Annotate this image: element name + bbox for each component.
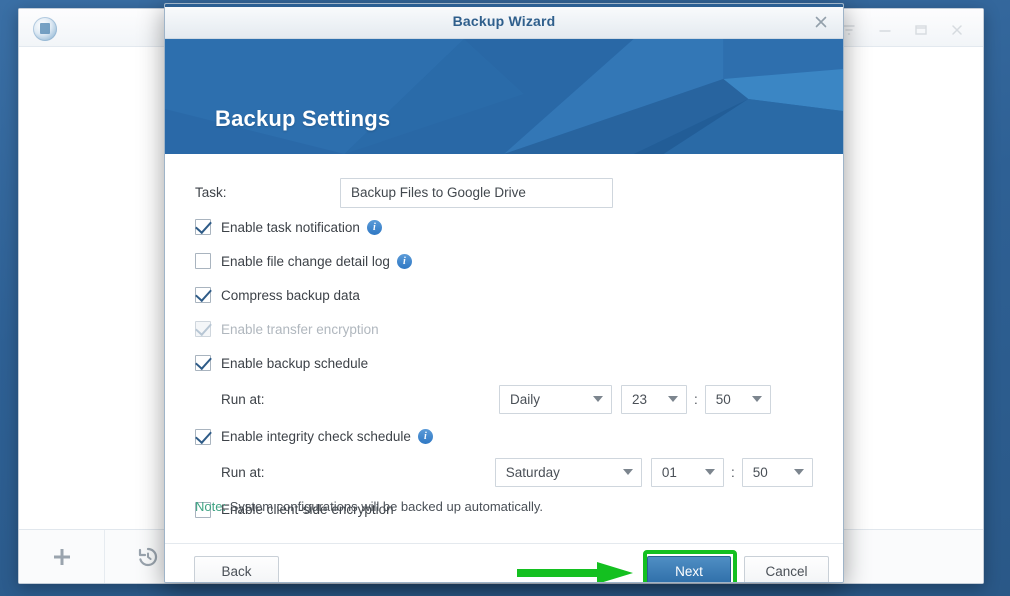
checkbox-label-transfer-encryption: Enable transfer encryption <box>221 321 379 337</box>
checkbox-integrity-check-schedule[interactable] <box>195 428 211 445</box>
checkbox-row-integrity-check-schedule[interactable]: Enable integrity check schedule i <box>195 421 813 452</box>
checkbox-row-task-notification[interactable]: Enable task notification i <box>195 211 813 243</box>
backup-schedule-runat-label: Run at: <box>221 391 265 407</box>
close-icon[interactable] <box>949 23 965 37</box>
page-title: Backup Settings <box>215 106 391 131</box>
backup-schedule-hour-select[interactable]: 23 <box>621 384 687 414</box>
info-icon-integrity-check-schedule[interactable]: i <box>417 429 433 444</box>
integrity-schedule-hour-select[interactable]: 01 <box>650 457 725 487</box>
banner-polygon-graphic <box>165 39 843 154</box>
integrity-schedule-minute-select[interactable]: 50 <box>741 457 814 487</box>
back-button[interactable]: Back <box>194 556 279 582</box>
dialog-title: Backup Wizard <box>452 13 556 29</box>
integrity-schedule-minute-value: 50 <box>752 464 768 480</box>
checkbox-row-transfer-encryption: Enable transfer encryption <box>195 313 813 345</box>
next-button[interactable]: Next <box>647 556 731 582</box>
integrity-schedule-runat-label: Run at: <box>221 464 265 480</box>
integrity-schedule-time-separator: : <box>731 464 735 480</box>
integrity-schedule-runat-row: Run at: Saturday 01 : 50 <box>195 452 814 492</box>
chevron-down-icon <box>668 396 678 402</box>
dialog-banner: Backup Settings <box>165 39 843 154</box>
annotation-arrow-icon <box>517 562 633 582</box>
backup-schedule-frequency-value: Daily <box>510 391 541 407</box>
add-button[interactable] <box>19 530 105 583</box>
info-icon-task-notification[interactable]: i <box>366 219 382 235</box>
dialog-footer: Back Next Cancel <box>165 543 843 582</box>
history-clock-icon <box>138 547 157 566</box>
cancel-button[interactable]: Cancel <box>744 556 829 582</box>
note-keyword: Note: <box>195 499 227 514</box>
note-body: System configurations will be backed up … <box>226 499 544 514</box>
integrity-schedule-hour-value: 01 <box>661 464 677 480</box>
checkbox-row-backup-schedule[interactable]: Enable backup schedule <box>195 347 813 379</box>
maximize-icon[interactable] <box>913 23 929 37</box>
checkbox-compress-backup[interactable] <box>195 287 211 303</box>
checkbox-label-integrity-check-schedule: Enable integrity check schedule <box>221 429 411 444</box>
checkbox-label-compress-backup: Compress backup data <box>221 287 360 303</box>
chevron-down-icon <box>593 396 603 402</box>
background-window-controls <box>841 23 965 37</box>
checkbox-backup-schedule[interactable] <box>195 355 211 371</box>
dsm-app-icon <box>33 17 57 41</box>
checkbox-transfer-encryption <box>195 321 211 337</box>
minimize-icon[interactable] <box>877 23 893 37</box>
chevron-down-icon <box>751 396 762 402</box>
backup-schedule-frequency-select[interactable]: Daily <box>499 384 612 414</box>
close-icon[interactable] <box>807 10 835 34</box>
checkbox-label-file-change-log: Enable file change detail log <box>221 253 390 269</box>
integrity-schedule-frequency-value: Saturday <box>505 464 560 480</box>
chevron-down-icon <box>622 469 633 475</box>
backup-schedule-hour-value: 23 <box>632 391 648 407</box>
backup-wizard-dialog: Backup Wizard Backup Settings Task: Back… <box>164 3 844 583</box>
checkbox-row-file-change-log[interactable]: Enable file change detail log i <box>195 245 813 277</box>
checkbox-file-change-log[interactable] <box>195 253 211 269</box>
dialog-body: Task: Enable task notification i Enable … <box>165 154 843 543</box>
backup-schedule-minute-value: 50 <box>715 391 731 407</box>
checkbox-task-notification[interactable] <box>195 219 211 235</box>
checkbox-row-compress-backup[interactable]: Compress backup data <box>195 279 813 311</box>
dialog-titlebar: Backup Wizard <box>165 4 843 39</box>
task-label: Task: <box>195 185 227 200</box>
info-icon-file-change-log[interactable]: i <box>396 253 412 269</box>
integrity-schedule-frequency-select[interactable]: Saturday <box>494 457 642 487</box>
checkbox-label-task-notification: Enable task notification <box>221 219 360 235</box>
task-name-row: Task: <box>195 176 813 209</box>
task-name-input[interactable] <box>340 177 613 208</box>
checkbox-label-backup-schedule: Enable backup schedule <box>221 355 369 371</box>
backup-schedule-runat-row: Run at: Daily 23 : 50 <box>195 379 813 419</box>
chevron-down-icon <box>794 469 805 475</box>
note-text: Note: System configurations will be back… <box>195 499 543 514</box>
chevron-down-icon <box>705 469 716 475</box>
plus-icon <box>53 548 70 565</box>
backup-schedule-time-separator: : <box>694 391 698 407</box>
backup-schedule-minute-select[interactable]: 50 <box>704 384 771 414</box>
